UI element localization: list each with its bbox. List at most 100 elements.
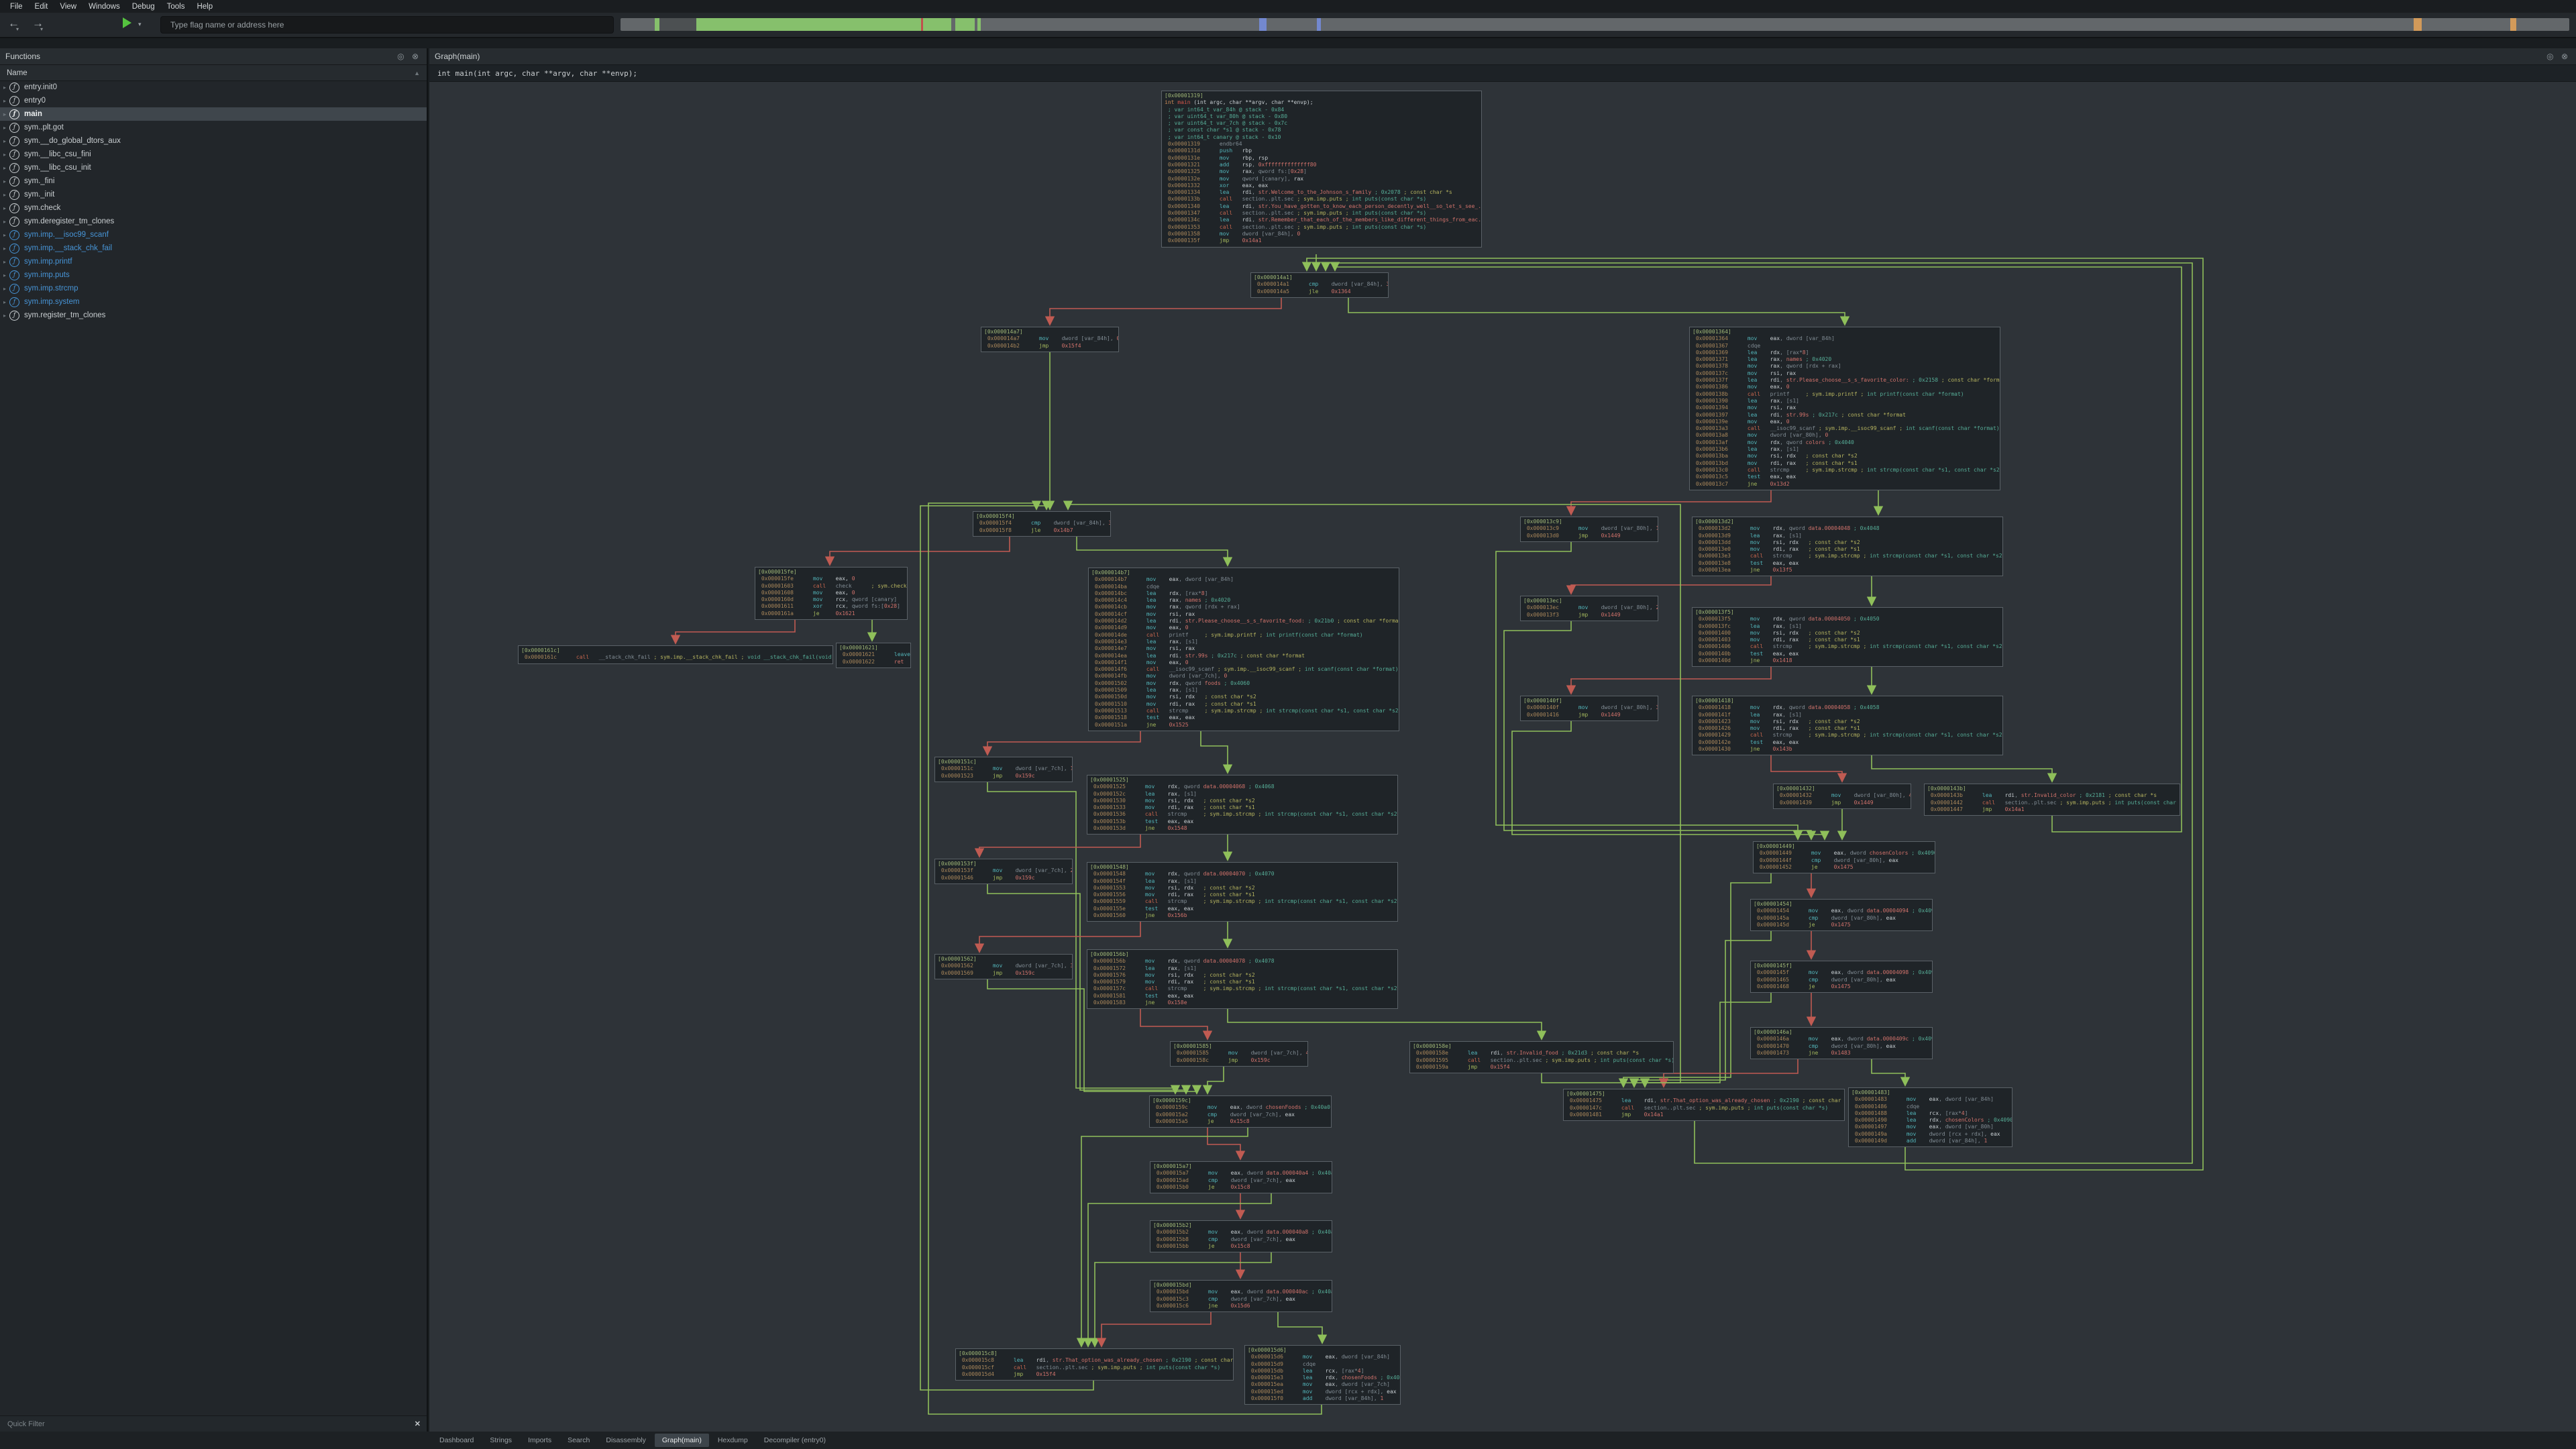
menu-file[interactable]: File	[4, 1, 29, 12]
menu-tools[interactable]: Tools	[161, 1, 191, 12]
forward-dropdown-icon[interactable]: ▾	[40, 26, 43, 32]
expand-caret-icon[interactable]: ▸	[0, 272, 9, 278]
menu-debug[interactable]: Debug	[126, 1, 161, 12]
graph-block-b13d2[interactable]: [0x000013d2] 0x000013d2 mov rdx, qword d…	[1692, 517, 2003, 577]
function-item-sym.imp.printf[interactable]: ▸ ƒ sym.imp.printf	[0, 255, 427, 268]
tab-imports[interactable]: Imports	[521, 1434, 559, 1447]
graph-block-b15c8[interactable]: [0x000015c8] 0x000015c8 lea rdi, str.Tha…	[955, 1348, 1234, 1381]
quick-filter-input[interactable]	[6, 1419, 358, 1429]
function-item-sym.check[interactable]: ▸ ƒ sym.check	[0, 201, 427, 215]
graph-view[interactable]: [0x00001319] int main (int argc, char **a…	[429, 81, 2576, 1432]
expand-caret-icon[interactable]: ▸	[0, 98, 9, 104]
function-item-sym.imp.puts[interactable]: ▸ ƒ sym.imp.puts	[0, 268, 427, 282]
graph-block-b13ec[interactable]: [0x000013ec] 0x000013ec mov dword [var_8…	[1520, 596, 1658, 621]
graph-block-b1483[interactable]: [0x00001483] 0x00001483 mov eax, dword […	[1848, 1087, 2012, 1148]
expand-caret-icon[interactable]: ▸	[0, 192, 9, 198]
function-item-main[interactable]: ▸ ƒ main	[0, 107, 427, 121]
graph-block-b14a1[interactable]: [0x000014a1] 0x000014a1 cmp dword [var_8…	[1250, 272, 1389, 298]
graph-block-b1475[interactable]: [0x00001475] 0x00001475 lea rdi, str.Tha…	[1563, 1089, 1845, 1122]
tab-decompiler-entry0-[interactable]: Decompiler (entry0)	[757, 1434, 833, 1447]
tab-hexdump[interactable]: Hexdump	[710, 1434, 755, 1447]
panel-buttons-icon[interactable]: ◎ ⊗	[397, 52, 421, 61]
graph-block-b15f4[interactable]: [0x000015f4] 0x000015f4 cmp dword [var_8…	[973, 511, 1111, 537]
expand-caret-icon[interactable]: ▸	[0, 165, 9, 171]
graph-block-b1418[interactable]: [0x00001418] 0x00001418 mov rdx, qword d…	[1692, 696, 2003, 756]
graph-block-b156b[interactable]: [0x0000156b] 0x0000156b mov rdx, qword d…	[1087, 949, 1398, 1010]
expand-caret-icon[interactable]: ▸	[0, 299, 9, 305]
expand-caret-icon[interactable]: ▸	[0, 286, 9, 292]
graph-block-b1585[interactable]: [0x00001585] 0x00001585 mov dword [var_7…	[1170, 1041, 1308, 1067]
graph-block-b1364[interactable]: [0x00001364] 0x00001364 mov eax, dword […	[1689, 327, 2000, 490]
function-item-entry0[interactable]: ▸ ƒ entry0	[0, 94, 427, 107]
expand-caret-icon[interactable]: ▸	[0, 85, 9, 91]
menu-help[interactable]: Help	[191, 1, 219, 12]
back-dropdown-icon[interactable]: ▾	[16, 26, 19, 32]
graph-block-b146a[interactable]: [0x0000146a] 0x0000146a mov eax, dword d…	[1750, 1027, 1933, 1060]
graph-block-b161c[interactable]: [0x0000161c] 0x0000161c call __stack_chk…	[518, 645, 833, 664]
address-input[interactable]	[160, 16, 614, 34]
tab-strings[interactable]: Strings	[482, 1434, 519, 1447]
function-item-sym..plt.got[interactable]: ▸ ƒ sym..plt.got	[0, 121, 427, 134]
graph-block-b1621[interactable]: [0x00001621] 0x00001621 leave 0x00001622…	[836, 643, 911, 668]
memory-colorbar[interactable]	[621, 18, 2569, 31]
graph-block-b1449[interactable]: [0x00001449] 0x00001449 mov eax, dword c…	[1753, 841, 1935, 874]
expand-caret-icon[interactable]: ▸	[0, 232, 9, 238]
graph-block-b1548[interactable]: [0x00001548] 0x00001548 mov rdx, qword d…	[1087, 862, 1398, 922]
function-item-sym.register_tm_clones[interactable]: ▸ ƒ sym.register_tm_clones	[0, 309, 427, 322]
function-item-sym.imp.system[interactable]: ▸ ƒ sym.imp.system	[0, 295, 427, 309]
graph-block-b15d6[interactable]: [0x000015d6] 0x000015d6 mov eax, dword […	[1244, 1345, 1401, 1405]
functions-column-header[interactable]: Name ▲	[0, 65, 427, 81]
expand-caret-icon[interactable]: ▸	[0, 259, 9, 265]
graph-block-b14b7[interactable]: [0x000014b7] 0x000014b7 mov eax, dword […	[1088, 568, 1399, 731]
run-icon[interactable]	[123, 17, 131, 28]
graph-block-b15a7[interactable]: [0x000015a7] 0x000015a7 mov eax, dword d…	[1150, 1161, 1332, 1194]
function-item-sym.__do_global_dtors_aux[interactable]: ▸ ƒ sym.__do_global_dtors_aux	[0, 134, 427, 148]
graph-block-b151c[interactable]: [0x0000151c] 0x0000151c mov dword [var_7…	[934, 757, 1073, 782]
expand-caret-icon[interactable]: ▸	[0, 125, 9, 131]
graph-panel-buttons-icon[interactable]: ◎ ⊗	[2546, 52, 2571, 61]
graph-block-b13f5[interactable]: [0x000013f5] 0x000013f5 mov rdx, qword d…	[1692, 607, 2003, 667]
run-dropdown-icon[interactable]: ▾	[138, 21, 142, 28]
graph-block-b140f[interactable]: [0x0000140f] 0x0000140f mov dword [var_8…	[1520, 696, 1658, 721]
graph-block-b159c[interactable]: [0x0000159c] 0x0000159c mov eax, dword c…	[1149, 1095, 1332, 1128]
graph-block-b15bd[interactable]: [0x000015bd] 0x000015bd mov eax, dword d…	[1150, 1280, 1332, 1313]
function-item-sym.imp.__stack_chk_fail[interactable]: ▸ ƒ sym.imp.__stack_chk_fail	[0, 241, 427, 255]
graph-block-b1525[interactable]: [0x00001525] 0x00001525 mov rdx, qword d…	[1087, 775, 1398, 835]
expand-caret-icon[interactable]: ▸	[0, 205, 9, 211]
menu-edit[interactable]: Edit	[29, 1, 54, 12]
graph-block-b1454[interactable]: [0x00001454] 0x00001454 mov eax, dword d…	[1750, 899, 1933, 932]
expand-caret-icon[interactable]: ▸	[0, 138, 9, 144]
expand-caret-icon[interactable]: ▸	[0, 178, 9, 184]
expand-caret-icon[interactable]: ▸	[0, 246, 9, 252]
graph-block-b145f[interactable]: [0x0000145f] 0x0000145f mov eax, dword d…	[1750, 961, 1933, 994]
menu-windows[interactable]: Windows	[83, 1, 126, 12]
function-item-sym._init[interactable]: ▸ ƒ sym._init	[0, 188, 427, 201]
expand-caret-icon[interactable]: ▸	[0, 152, 9, 158]
graph-block-b13c9[interactable]: [0x000013c9] 0x000013c9 mov dword [var_8…	[1520, 517, 1658, 542]
menu-view[interactable]: View	[54, 1, 83, 12]
graph-block-b1432[interactable]: [0x00001432] 0x00001432 mov dword [var_8…	[1773, 784, 1911, 809]
graph-block-b14a7[interactable]: [0x000014a7] 0x000014a7 mov dword [var_8…	[981, 327, 1119, 352]
graph-block-b158e[interactable]: [0x0000158e] 0x0000158e lea rdi, str.Inv…	[1409, 1041, 1674, 1074]
function-item-sym._fini[interactable]: ▸ ƒ sym._fini	[0, 174, 427, 188]
expand-caret-icon[interactable]: ▸	[0, 313, 9, 319]
function-item-sym.deregister_tm_clones[interactable]: ▸ ƒ sym.deregister_tm_clones	[0, 215, 427, 228]
function-item-sym.imp.__isoc99_scanf[interactable]: ▸ ƒ sym.imp.__isoc99_scanf	[0, 228, 427, 241]
expand-caret-icon[interactable]: ▸	[0, 111, 9, 117]
function-item-sym.imp.strcmp[interactable]: ▸ ƒ sym.imp.strcmp	[0, 282, 427, 295]
function-item-entry.init0[interactable]: ▸ ƒ entry.init0	[0, 80, 427, 94]
tab-disassembly[interactable]: Disassembly	[598, 1434, 653, 1447]
function-item-sym.__libc_csu_fini[interactable]: ▸ ƒ sym.__libc_csu_fini	[0, 148, 427, 161]
graph-block-b1319[interactable]: [0x00001319] int main (int argc, char **a…	[1161, 91, 1482, 248]
graph-block-b15b2[interactable]: [0x000015b2] 0x000015b2 mov eax, dword d…	[1150, 1220, 1332, 1253]
graph-block-b143b[interactable]: [0x0000143b] 0x0000143b lea rdi, str.Inv…	[1924, 784, 2180, 816]
function-item-sym.__libc_csu_init[interactable]: ▸ ƒ sym.__libc_csu_init	[0, 161, 427, 174]
graph-block-b15fe[interactable]: [0x000015fe] 0x000015fe mov eax, 0 0x000…	[755, 567, 908, 621]
quick-filter-close-icon[interactable]: ✕	[415, 1419, 421, 1428]
tab-dashboard[interactable]: Dashboard	[432, 1434, 481, 1447]
graph-block-b1562[interactable]: [0x00001562] 0x00001562 mov dword [var_7…	[934, 954, 1073, 979]
tab-graph-main-[interactable]: Graph(main)	[654, 1434, 709, 1447]
graph-block-b153f[interactable]: [0x0000153f] 0x0000153f mov dword [var_7…	[934, 859, 1073, 884]
expand-caret-icon[interactable]: ▸	[0, 219, 9, 225]
tab-search[interactable]: Search	[560, 1434, 597, 1447]
